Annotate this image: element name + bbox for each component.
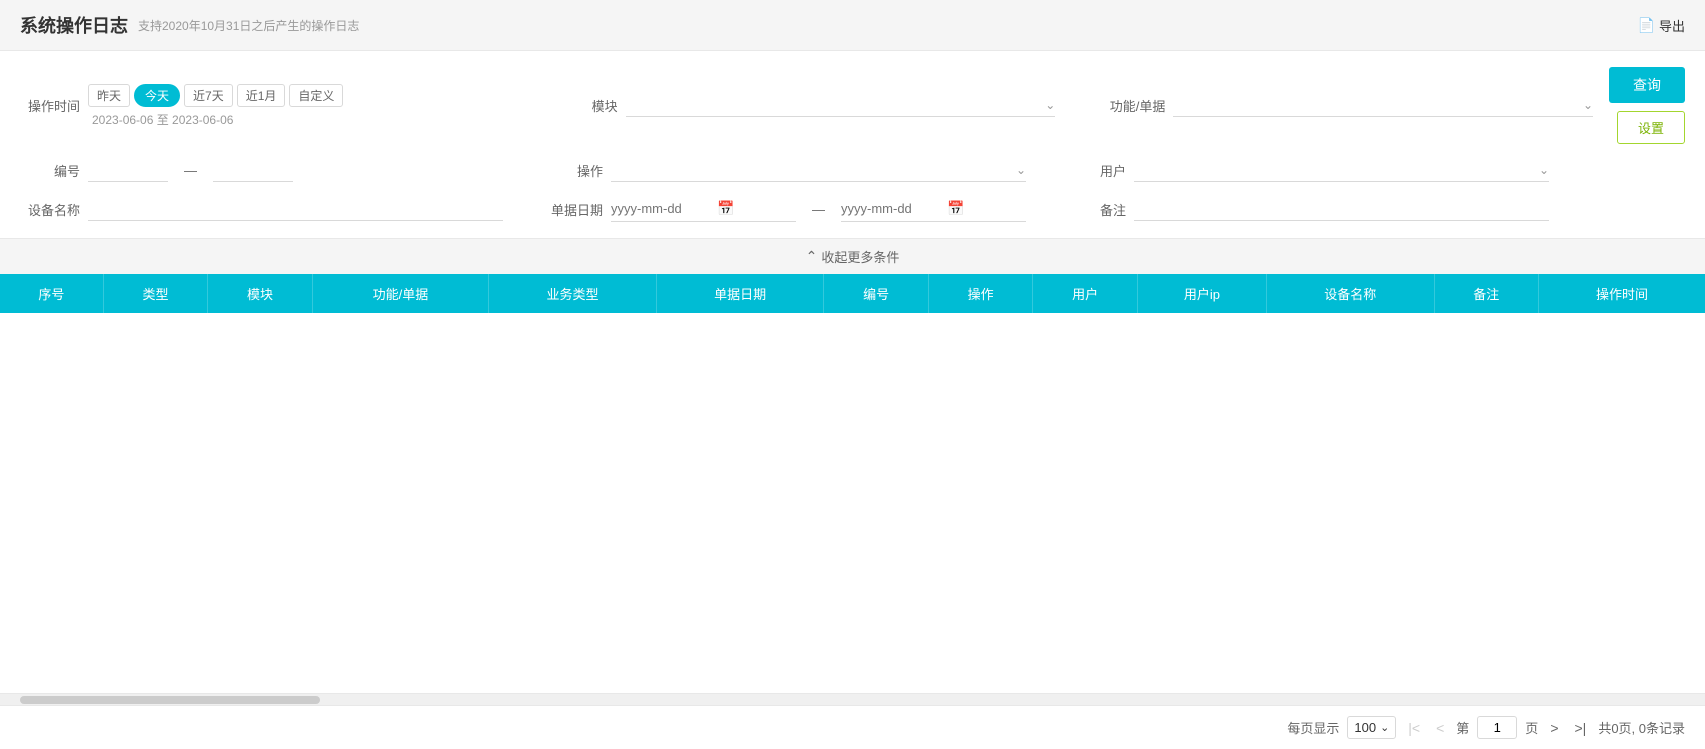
- table-col-操作: 操作: [928, 274, 1032, 313]
- prev-page-button[interactable]: <: [1432, 718, 1448, 738]
- page-label: 第: [1456, 718, 1469, 737]
- table-col-单据日期: 单据日期: [656, 274, 824, 313]
- filter-row-2: 编号 — 操作 ⌄ 用户 ⌄: [20, 158, 1685, 182]
- page-header: 系统操作日志 支持2020年10月31日之后产生的操作日志 📄 导出: [0, 0, 1705, 50]
- total-label: 共0页, 0条记录: [1598, 718, 1685, 737]
- filter-row-1: 操作时间 昨天 今天 近7天 近1月 自定义 2023-06-06 至 2023…: [20, 67, 1685, 144]
- time-1month[interactable]: 近1月: [237, 84, 286, 107]
- table-col-用户ip: 用户ip: [1137, 274, 1266, 313]
- page-input[interactable]: [1477, 716, 1517, 739]
- remark-label: 备注: [1066, 200, 1126, 219]
- table-col-业务类型: 业务类型: [489, 274, 657, 313]
- query-button[interactable]: 查询: [1609, 67, 1685, 103]
- function-chevron-icon: ⌄: [1583, 98, 1593, 112]
- collapse-bar[interactable]: ⌃ 收起更多条件: [0, 239, 1705, 274]
- number-filter: 编号 —: [20, 158, 503, 182]
- calendar-start-icon[interactable]: 📅: [717, 200, 734, 217]
- data-table: 序号类型模块功能/单据业务类型单据日期编号操作用户用户ip设备名称备注操作时间: [0, 274, 1705, 313]
- number-end-input[interactable]: [213, 158, 293, 182]
- table-col-编号: 编号: [824, 274, 928, 313]
- last-page-button[interactable]: >|: [1571, 718, 1591, 738]
- date-filter: 单据日期 📅 — 📅: [543, 196, 1026, 222]
- user-select[interactable]: ⌄: [1134, 159, 1549, 182]
- table-col-设备名称: 设备名称: [1266, 274, 1434, 313]
- module-chevron-icon: ⌄: [1045, 98, 1055, 112]
- user-chevron-icon: ⌄: [1539, 163, 1549, 177]
- table-col-序号: 序号: [0, 274, 103, 313]
- number-input-row: —: [88, 158, 503, 182]
- table-wrapper: 序号类型模块功能/单据业务类型单据日期编号操作用户用户ip设备名称备注操作时间: [0, 274, 1705, 313]
- export-label: 导出: [1659, 16, 1685, 35]
- export-icon: 📄: [1638, 17, 1655, 34]
- date-end-input[interactable]: [841, 201, 941, 216]
- module-select[interactable]: ⌄: [626, 94, 1056, 117]
- number-start-input[interactable]: [88, 158, 168, 182]
- number-separator: —: [184, 163, 197, 178]
- page-title: 系统操作日志: [20, 12, 128, 38]
- time-filter: 操作时间 昨天 今天 近7天 近1月 自定义 2023-06-06 至 2023…: [20, 84, 518, 128]
- table-col-类型: 类型: [103, 274, 207, 313]
- user-filter: 用户 ⌄: [1066, 159, 1549, 182]
- device-label: 设备名称: [20, 200, 80, 219]
- page-size-value: 100: [1354, 720, 1376, 735]
- first-page-button[interactable]: |<: [1404, 718, 1424, 738]
- filter-panel: 操作时间 昨天 今天 近7天 近1月 自定义 2023-06-06 至 2023…: [0, 50, 1705, 239]
- collapse-icon: ⌃: [806, 248, 818, 265]
- date-label: 单据日期: [543, 200, 603, 219]
- empty-area: [0, 313, 1705, 693]
- page-size-chevron: ⌄: [1380, 721, 1389, 734]
- header-left: 系统操作日志 支持2020年10月31日之后产生的操作日志: [20, 12, 359, 38]
- table-header-row: 序号类型模块功能/单据业务类型单据日期编号操作用户用户ip设备名称备注操作时间: [0, 274, 1705, 313]
- remark-input[interactable]: [1134, 197, 1549, 221]
- function-select[interactable]: ⌄: [1173, 94, 1593, 117]
- device-input[interactable]: [88, 197, 503, 221]
- function-label: 功能/单据: [1095, 96, 1165, 115]
- date-separator: —: [812, 202, 825, 217]
- action-buttons: 查询 设置: [1609, 67, 1685, 144]
- date-start-wrapper: 📅: [611, 196, 796, 222]
- date-end-wrapper: 📅: [841, 196, 1026, 222]
- time-buttons: 昨天 今天 近7天 近1月 自定义: [88, 84, 343, 107]
- time-range: 2023-06-06 至 2023-06-06: [92, 111, 343, 128]
- user-label: 用户: [1066, 161, 1126, 180]
- page-size-select[interactable]: 100 ⌄: [1347, 716, 1396, 739]
- module-label: 模块: [558, 96, 618, 115]
- table-col-模块: 模块: [208, 274, 312, 313]
- module-filter: 模块 ⌄: [558, 94, 1056, 117]
- collapse-label: 收起更多条件: [821, 247, 899, 266]
- time-label: 操作时间: [20, 96, 80, 115]
- date-start-input[interactable]: [611, 201, 711, 216]
- next-page-button[interactable]: >: [1546, 718, 1562, 738]
- device-filter: 设备名称: [20, 197, 503, 221]
- table-col-操作时间: 操作时间: [1539, 274, 1705, 313]
- table-header: 序号类型模块功能/单据业务类型单据日期编号操作用户用户ip设备名称备注操作时间: [0, 274, 1705, 313]
- scrollbar-area[interactable]: [0, 693, 1705, 705]
- operation-chevron-icon: ⌄: [1016, 163, 1026, 177]
- filter-row-3: 设备名称 单据日期 📅 — 📅 备注: [20, 196, 1685, 222]
- operation-select[interactable]: ⌄: [611, 159, 1026, 182]
- function-filter: 功能/单据 ⌄: [1095, 94, 1593, 117]
- operation-filter: 操作 ⌄: [543, 159, 1026, 182]
- page-suffix: 页: [1525, 718, 1538, 737]
- time-7days[interactable]: 近7天: [184, 84, 233, 107]
- time-today[interactable]: 今天: [134, 84, 180, 107]
- page-size-label: 每页显示: [1287, 718, 1339, 737]
- time-yesterday[interactable]: 昨天: [88, 84, 130, 107]
- number-label: 编号: [20, 161, 80, 180]
- table-col-用户: 用户: [1033, 274, 1137, 313]
- operation-label: 操作: [543, 161, 603, 180]
- time-custom[interactable]: 自定义: [289, 84, 343, 107]
- table-col-备注: 备注: [1434, 274, 1538, 313]
- page-subtitle: 支持2020年10月31日之后产生的操作日志: [138, 17, 359, 34]
- calendar-end-icon[interactable]: 📅: [947, 200, 964, 217]
- table-col-功能/单据: 功能/单据: [312, 274, 488, 313]
- pagination-bar: 每页显示 100 ⌄ |< < 第 页 > >| 共0页, 0条记录: [0, 705, 1705, 749]
- scrollbar-thumb[interactable]: [20, 696, 320, 704]
- setting-button[interactable]: 设置: [1617, 111, 1685, 144]
- remark-filter: 备注: [1066, 197, 1549, 221]
- export-button[interactable]: 📄 导出: [1638, 16, 1685, 35]
